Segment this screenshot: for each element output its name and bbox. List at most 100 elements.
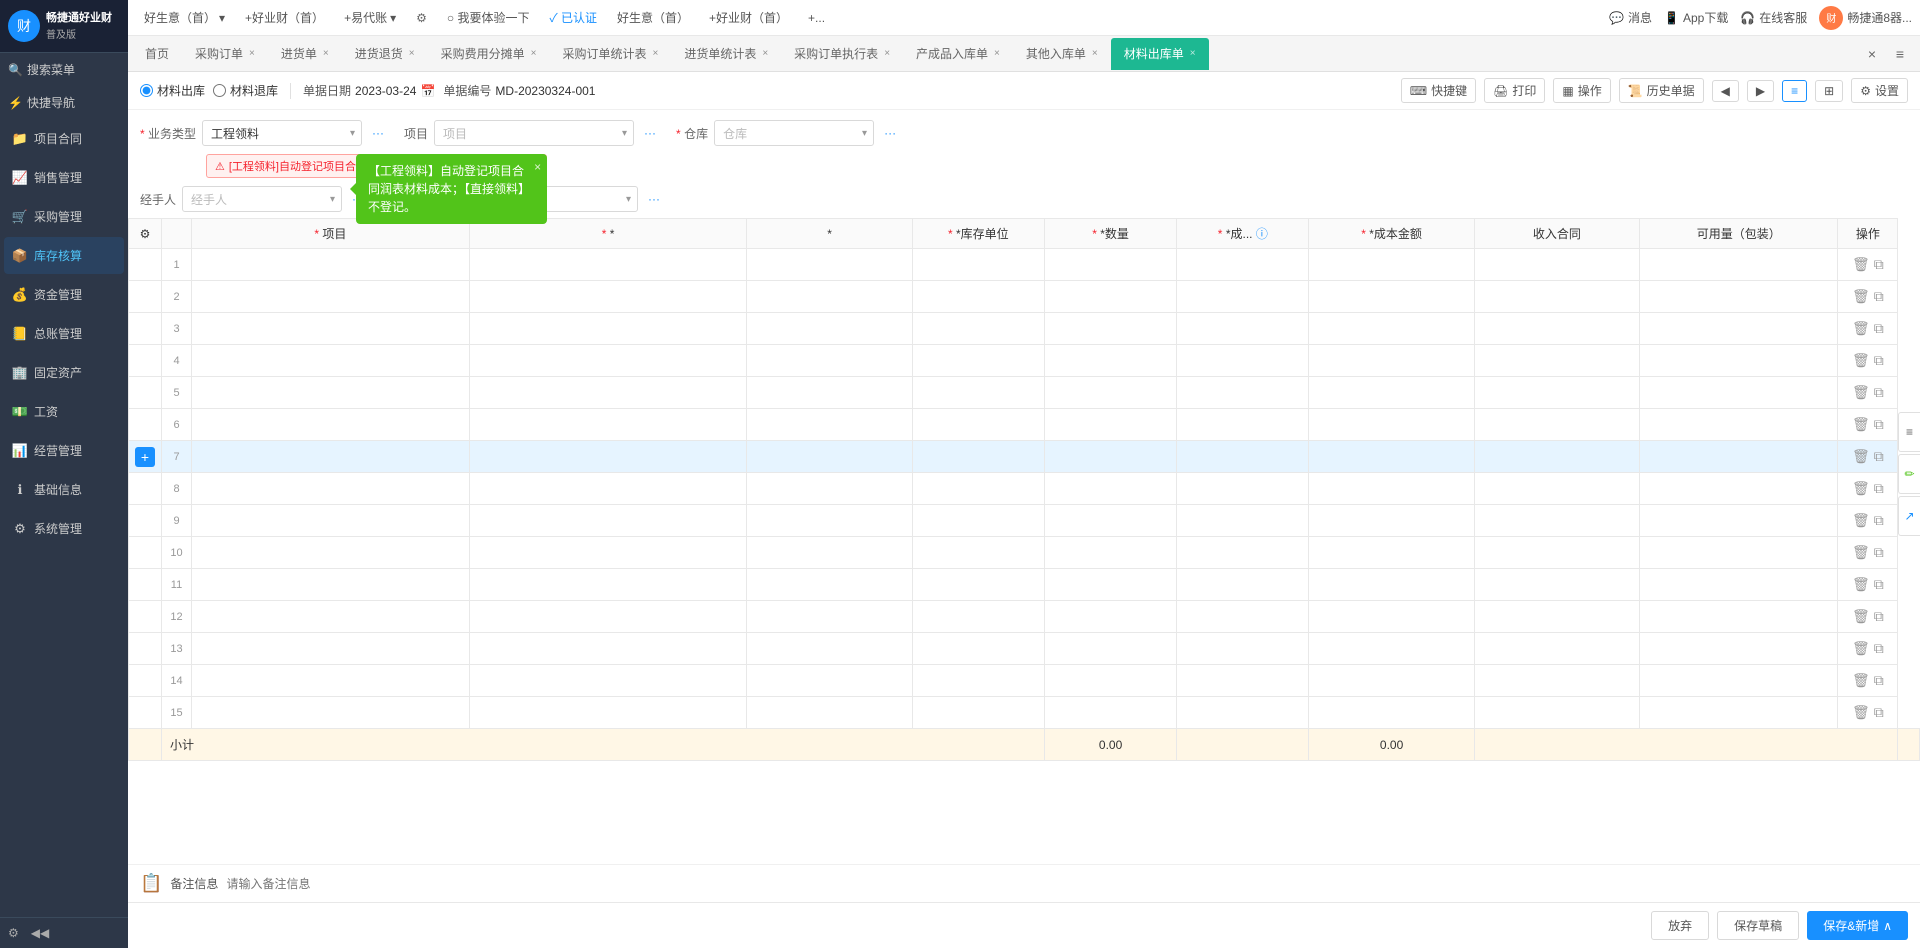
row-available-qty[interactable] — [1640, 409, 1838, 441]
tab-close-all-btn[interactable]: × — [1860, 42, 1884, 66]
delete-row-btn[interactable]: 🗑 — [1850, 670, 1872, 691]
tab-purchase-fee[interactable]: 采购费用分摊单 × — [428, 38, 550, 70]
copy-row-btn[interactable]: ⧉ — [1872, 350, 1886, 371]
copy-row-btn[interactable]: ⧉ — [1872, 446, 1886, 467]
delete-row-btn[interactable]: 🗑 — [1850, 414, 1872, 435]
row-income-contract[interactable] — [1474, 601, 1639, 633]
row-cost-amount[interactable] — [1309, 633, 1474, 665]
row-spec[interactable] — [747, 569, 912, 601]
notes-input[interactable] — [226, 877, 1908, 891]
delete-row-btn[interactable]: 🗑 — [1850, 350, 1872, 371]
copy-row-btn[interactable]: ⧉ — [1872, 318, 1886, 339]
copy-row-btn[interactable]: ⧉ — [1872, 382, 1886, 403]
row-cost[interactable] — [1177, 537, 1309, 569]
topbar-trial[interactable]: ○ 我要体验一下 — [439, 5, 538, 30]
discard-btn[interactable]: 放弃 — [1651, 911, 1709, 940]
tab-close-icon[interactable]: × — [409, 48, 415, 59]
row-cost[interactable] — [1177, 601, 1309, 633]
row-spec[interactable] — [747, 441, 912, 473]
warehouse-select[interactable]: 仓库 ▾ — [714, 120, 874, 146]
row-spec[interactable] — [747, 249, 912, 281]
row-income-contract[interactable] — [1474, 345, 1639, 377]
tab-close-icon[interactable]: × — [531, 48, 537, 59]
copy-row-btn[interactable]: ⧉ — [1872, 286, 1886, 307]
row-available-qty[interactable] — [1640, 281, 1838, 313]
topbar-app-download-btn[interactable]: 📱 App下载 — [1664, 9, 1728, 26]
row-available-qty[interactable] — [1640, 505, 1838, 537]
row-cost[interactable] — [1177, 633, 1309, 665]
sidebar-item-fixed-assets[interactable]: 🏢 固定资产 — [4, 354, 124, 391]
row-available-qty[interactable] — [1640, 473, 1838, 505]
row-spec[interactable] — [747, 345, 912, 377]
row-project[interactable] — [192, 697, 470, 729]
row-qty[interactable] — [1044, 633, 1176, 665]
row-material[interactable] — [469, 313, 747, 345]
row-available-qty[interactable] — [1640, 697, 1838, 729]
delete-row-btn[interactable]: 🗑 — [1850, 382, 1872, 403]
row-cost-amount[interactable] — [1309, 441, 1474, 473]
row-unit[interactable] — [912, 473, 1044, 505]
row-income-contract[interactable] — [1474, 505, 1639, 537]
row-qty[interactable] — [1044, 281, 1176, 313]
project-select[interactable]: 项目 ▾ — [434, 120, 634, 146]
row-spec[interactable] — [747, 409, 912, 441]
row-material-input[interactable] — [469, 441, 747, 473]
tab-list-btn[interactable]: ≡ — [1888, 42, 1912, 66]
row-cost[interactable] — [1177, 281, 1309, 313]
sidebar-item-search[interactable]: 🔍 搜索菜单 — [0, 53, 128, 86]
next-doc-btn[interactable]: ▶ — [1747, 80, 1774, 102]
row-income-contract[interactable] — [1474, 537, 1639, 569]
delete-row-btn[interactable]: 🗑 — [1850, 446, 1872, 467]
tab-close-icon[interactable]: × — [1092, 48, 1098, 59]
settings-btn[interactable]: ⚙ 设置 — [1851, 78, 1908, 103]
row-cost-amount[interactable] — [1309, 345, 1474, 377]
topbar-good-business[interactable]: 好生意（首） ▾ — [136, 5, 233, 30]
row-spec[interactable] — [747, 473, 912, 505]
row-available-qty[interactable] — [1640, 441, 1838, 473]
row-material[interactable] — [469, 569, 747, 601]
topbar-settings-btn[interactable]: ⚙ — [408, 7, 435, 29]
row-income-contract[interactable] — [1474, 281, 1639, 313]
row-income-contract[interactable] — [1474, 665, 1639, 697]
row-unit[interactable] — [912, 345, 1044, 377]
radio-material-return[interactable]: 材料退库 — [213, 82, 278, 99]
biz-type-select[interactable]: 工程领料 ▾ — [202, 120, 362, 146]
income-contract-more-icon[interactable]: ··· — [644, 192, 664, 206]
project-cell-input[interactable] — [198, 450, 463, 464]
sidebar-item-quick-nav[interactable]: ⚡ 快捷导航 — [0, 86, 128, 119]
sidebar-item-inventory[interactable]: 📦 库存核算 — [4, 237, 124, 274]
copy-row-btn[interactable]: ⧉ — [1872, 254, 1886, 275]
row-income-contract[interactable] — [1474, 569, 1639, 601]
row-cost[interactable] — [1177, 377, 1309, 409]
row-unit[interactable] — [912, 249, 1044, 281]
row-project[interactable] — [192, 473, 470, 505]
right-panel-btn-1[interactable]: ≡ — [1898, 412, 1920, 452]
tab-finished-goods[interactable]: 产成品入库单 × — [903, 38, 1013, 70]
row-cost[interactable] — [1177, 505, 1309, 537]
save-new-btn[interactable]: 保存&新增 ∧ — [1807, 911, 1908, 940]
row-material[interactable] — [469, 537, 747, 569]
handler-select[interactable]: 经手人 ▾ — [182, 186, 342, 212]
row-income-contract[interactable] — [1474, 409, 1639, 441]
col-settings-header[interactable]: ⚙ — [129, 219, 162, 249]
row-cost-amount[interactable] — [1309, 697, 1474, 729]
row-unit[interactable] — [912, 569, 1044, 601]
list-view-btn[interactable]: ≡ — [1782, 80, 1807, 102]
row-unit[interactable] — [912, 537, 1044, 569]
sidebar-item-purchase[interactable]: 🛒 采购管理 — [4, 198, 124, 235]
topbar-message-btn[interactable]: 💬 消息 — [1609, 9, 1652, 26]
row-spec[interactable] — [747, 633, 912, 665]
row-material[interactable] — [469, 633, 747, 665]
row-qty[interactable] — [1044, 505, 1176, 537]
tab-other-receipt[interactable]: 其他入库单 × — [1013, 38, 1111, 70]
project-more-icon[interactable]: ··· — [640, 126, 660, 140]
delete-row-btn[interactable]: 🗑 — [1850, 606, 1872, 627]
row-spec[interactable] — [747, 281, 912, 313]
delete-row-btn[interactable]: 🗑 — [1850, 574, 1872, 595]
row-unit[interactable] — [912, 441, 1044, 473]
row-project[interactable] — [192, 569, 470, 601]
copy-row-btn[interactable]: ⧉ — [1872, 606, 1886, 627]
row-available-qty[interactable] — [1640, 377, 1838, 409]
row-material[interactable] — [469, 377, 747, 409]
row-project[interactable] — [192, 505, 470, 537]
